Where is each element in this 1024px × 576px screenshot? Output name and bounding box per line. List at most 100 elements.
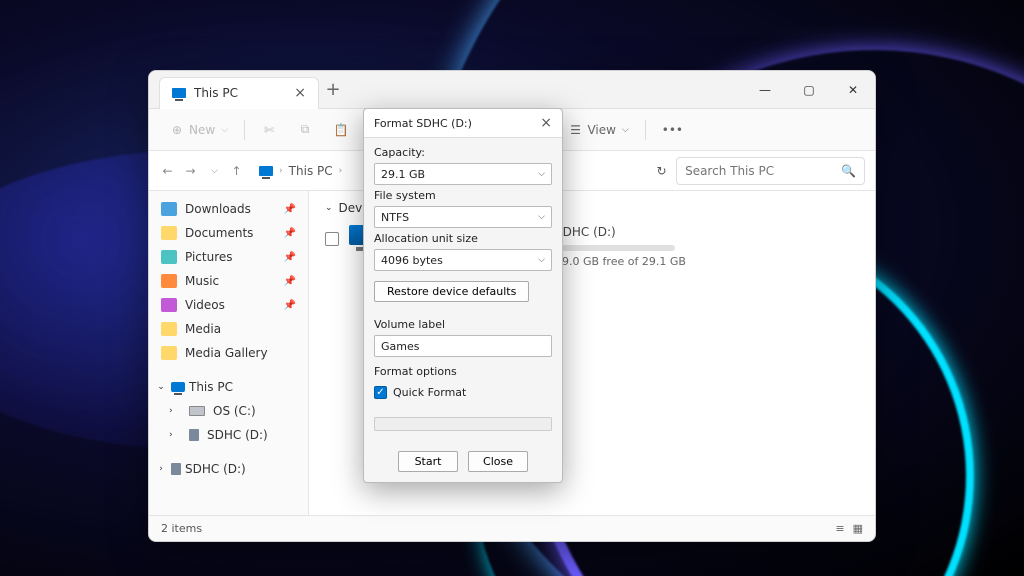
documents-icon <box>161 226 177 240</box>
pictures-icon <box>161 250 177 264</box>
volume-label-value: Games <box>381 340 419 353</box>
chevron-down-icon: ⌵ <box>211 166 218 176</box>
sidebar-item-label: Pictures <box>185 250 233 264</box>
dialog-body: Capacity: 29.1 GB ⌵ File system NTFS ⌵ A… <box>364 138 562 482</box>
refresh-button[interactable]: ↻ <box>653 164 670 178</box>
filesystem-label: File system <box>374 189 552 202</box>
details-view-button[interactable]: ≡ <box>835 522 844 535</box>
paste-icon: 📋 <box>333 122 349 138</box>
paste-button[interactable]: 📋 <box>325 118 357 142</box>
status-item-count: 2 items <box>161 522 202 535</box>
cut-icon: ✄ <box>261 122 277 138</box>
pc-icon <box>172 88 186 98</box>
search-box[interactable]: 🔍 <box>676 157 865 185</box>
music-icon <box>161 274 177 288</box>
chevron-right-icon: › <box>155 464 167 474</box>
chevron-down-icon: ⌄ <box>155 382 167 392</box>
device-name: SDHC (D:) <box>555 225 705 239</box>
sidebar-item-pictures[interactable]: Pictures📌 <box>153 245 304 269</box>
pin-icon: 📌 <box>284 300 296 311</box>
sidebar-item-sdhc-root[interactable]: › SDHC (D:) <box>153 457 304 481</box>
tab-close-button[interactable]: × <box>294 85 306 101</box>
pin-icon: 📌 <box>284 276 296 287</box>
sidebar-item-label: Media <box>185 322 221 336</box>
maximize-button[interactable]: ▢ <box>787 71 831 109</box>
chevron-down-icon: ⌵ <box>538 255 545 265</box>
forward-button[interactable]: → <box>182 157 199 185</box>
sidebar-item-label: SDHC (D:) <box>185 462 246 476</box>
chevron-right-icon: › <box>169 406 181 416</box>
minimize-button[interactable]: — <box>743 71 787 109</box>
sidebar-item-videos[interactable]: Videos📌 <box>153 293 304 317</box>
sidebar-item-label: Documents <box>185 226 253 240</box>
checkbox[interactable] <box>325 232 339 246</box>
dialog-footer: Start Close <box>374 445 552 472</box>
quick-format-label: Quick Format <box>393 386 466 399</box>
search-input[interactable] <box>685 164 835 178</box>
titlebar: This PC × + — ▢ ✕ <box>149 71 875 109</box>
window-controls: — ▢ ✕ <box>743 71 875 109</box>
downloads-icon <box>161 202 177 216</box>
new-label: New <box>189 123 215 137</box>
restore-defaults-button[interactable]: Restore device defaults <box>374 281 529 302</box>
window-close-button[interactable]: ✕ <box>831 71 875 109</box>
cut-button[interactable]: ✄ <box>253 118 285 142</box>
back-button[interactable]: ← <box>159 157 176 185</box>
sidebar-item-label: SDHC (D:) <box>207 428 268 442</box>
tab-this-pc[interactable]: This PC × <box>159 77 319 109</box>
dialog-close-button[interactable]: × <box>540 115 552 131</box>
storage-bar <box>555 245 675 251</box>
up-button[interactable]: ↑ <box>228 157 245 185</box>
dialog-titlebar: Format SDHC (D:) × <box>364 109 562 138</box>
more-button[interactable]: ••• <box>654 119 691 141</box>
volume-label-input[interactable]: Games <box>374 335 552 357</box>
pc-icon <box>171 382 185 392</box>
sidebar-item-documents[interactable]: Documents 📌 <box>153 221 304 245</box>
icons-view-button[interactable]: ▦ <box>853 522 863 535</box>
sidebar-item-label: OS (C:) <box>213 404 256 418</box>
view-button[interactable]: ☰ View ⌵ <box>559 118 636 142</box>
quick-format-row[interactable]: ✓ Quick Format <box>374 386 552 399</box>
dialog-title: Format SDHC (D:) <box>374 117 472 130</box>
filesystem-select[interactable]: NTFS ⌵ <box>374 206 552 228</box>
allocation-select[interactable]: 4096 bytes ⌵ <box>374 249 552 271</box>
sidebar-item-media[interactable]: Media <box>153 317 304 341</box>
new-button[interactable]: ⊕ New ⌵ <box>161 118 236 142</box>
drive-icon <box>189 406 205 416</box>
capacity-value: 29.1 GB <box>381 168 425 181</box>
pin-icon: 📌 <box>284 228 296 239</box>
allocation-value: 4096 bytes <box>381 254 443 267</box>
close-button[interactable]: Close <box>468 451 528 472</box>
device-free-space: 29.0 GB free of 29.1 GB <box>555 255 705 268</box>
sidebar-item-media-gallery[interactable]: Media Gallery <box>153 341 304 365</box>
sidebar-item-sdhc-d[interactable]: › SDHC (D:) <box>153 423 304 447</box>
progress-bar <box>374 417 552 431</box>
start-button[interactable]: Start <box>398 451 458 472</box>
sidebar-item-downloads[interactable]: Downloads📌 <box>153 197 304 221</box>
capacity-select[interactable]: 29.1 GB ⌵ <box>374 163 552 185</box>
search-icon: 🔍 <box>841 164 856 178</box>
chevron-right-icon: › <box>169 430 181 440</box>
breadcrumb-this-pc[interactable]: This PC <box>289 164 333 178</box>
sidebar-item-label: This PC <box>189 380 233 394</box>
chevron-down-icon: ⌄ <box>325 203 333 213</box>
sidebar-item-this-pc[interactable]: ⌄ This PC <box>153 375 304 399</box>
recent-button[interactable]: ⌵ <box>205 157 222 185</box>
plus-icon: ⊕ <box>169 122 185 138</box>
copy-button[interactable]: ⧉ <box>289 118 321 142</box>
new-tab-button[interactable]: + <box>319 71 347 109</box>
chevron-right-icon: › <box>279 166 283 176</box>
status-bar: 2 items ≡ ▦ <box>149 515 875 541</box>
filesystem-value: NTFS <box>381 211 409 224</box>
chevron-down-icon: ⌵ <box>538 169 545 179</box>
chevron-down-icon: ⌵ <box>538 212 545 222</box>
sidebar-item-music[interactable]: Music 📌 <box>153 269 304 293</box>
separator <box>645 120 646 140</box>
volume-label-label: Volume label <box>374 318 552 331</box>
capacity-label: Capacity: <box>374 146 552 159</box>
quick-format-checkbox[interactable]: ✓ <box>374 386 387 399</box>
separator <box>244 120 245 140</box>
sidebar-item-label: Music <box>185 274 219 288</box>
device-sdhc-d[interactable]: SDHC (D:) 29.0 GB free of 29.1 GB <box>555 225 705 268</box>
sidebar-item-os-c[interactable]: › OS (C:) <box>153 399 304 423</box>
